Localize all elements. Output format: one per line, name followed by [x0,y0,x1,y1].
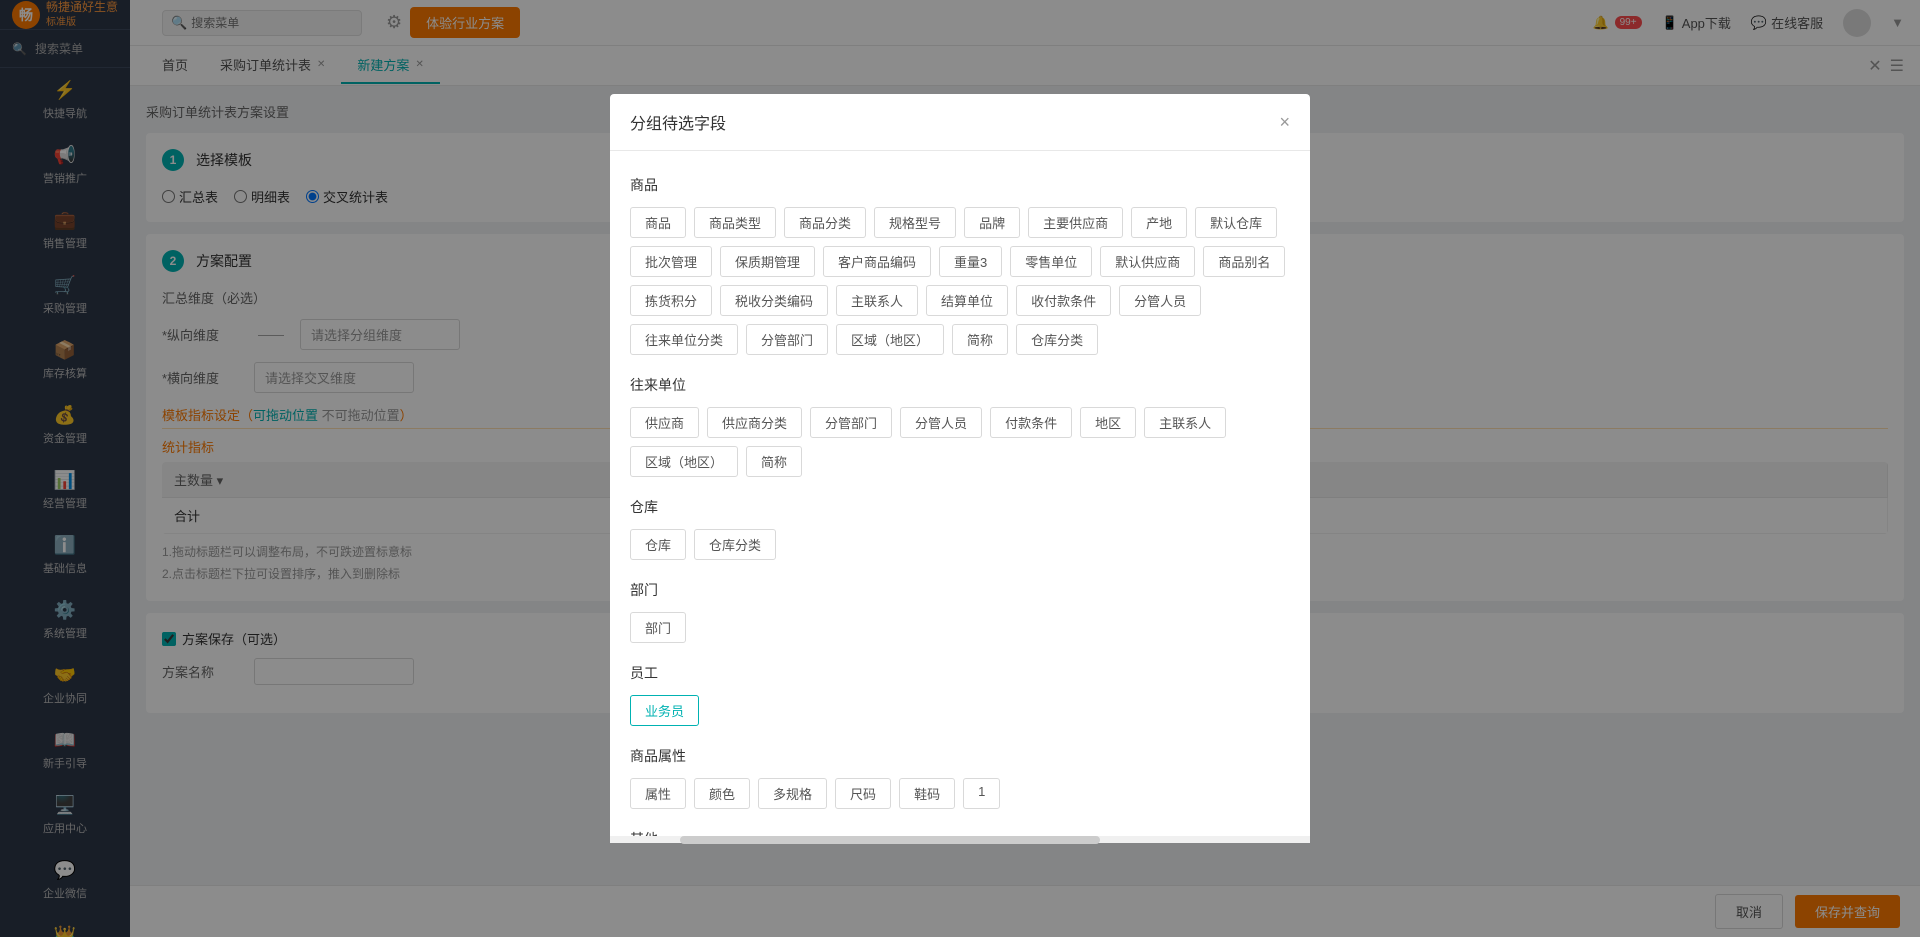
scroll-thumb [680,836,1100,844]
section-other-title: 其他 [630,829,1290,836]
employee-fields: 业务员 [630,695,1290,726]
field-default-supplier[interactable]: 默认供应商 [1100,246,1195,277]
field-settlement-unit[interactable]: 结算单位 [926,285,1008,316]
field-main-contact2[interactable]: 主联系人 [1144,407,1226,438]
field-main-contact[interactable]: 主联系人 [836,285,918,316]
field-size[interactable]: 尺码 [835,778,891,809]
field-payment-terms[interactable]: 收付款条件 [1016,285,1111,316]
section-warehouse: 仓库 仓库 仓库分类 [630,497,1290,560]
section-goods-attributes: 商品属性 属性 颜色 多规格 尺码 鞋码 1 [630,746,1290,809]
goods-fields: 商品 商品类型 商品分类 规格型号 品牌 主要供应商 产地 默认仓库 批次管理 … [630,207,1290,355]
field-multi-spec[interactable]: 多规格 [758,778,827,809]
field-customer-code[interactable]: 客户商品编码 [823,246,931,277]
goods-attr-fields: 属性 颜色 多规格 尺码 鞋码 1 [630,778,1290,809]
field-mgmt-dept[interactable]: 分管部门 [810,407,892,438]
field-tax-code[interactable]: 税收分类编码 [720,285,828,316]
field-dept[interactable]: 分管部门 [746,324,828,355]
field-short-name-counterpart[interactable]: 简称 [746,446,802,477]
field-pay-terms[interactable]: 付款条件 [990,407,1072,438]
warehouse-fields: 仓库 仓库分类 [630,529,1290,560]
modal-body: 商品 商品 商品类型 商品分类 规格型号 品牌 主要供应商 产地 默认仓库 批次… [610,151,1310,836]
field-short-name-goods[interactable]: 简称 [952,324,1008,355]
field-attribute[interactable]: 属性 [630,778,686,809]
field-supplier-category[interactable]: 供应商分类 [707,407,802,438]
section-goods: 商品 商品 商品类型 商品分类 规格型号 品牌 主要供应商 产地 默认仓库 批次… [630,175,1290,355]
field-region-goods[interactable]: 区域（地区） [836,324,944,355]
field-goods-alias[interactable]: 商品别名 [1203,246,1285,277]
section-counterpart: 往来单位 供应商 供应商分类 分管部门 分管人员 付款条件 地区 主联系人 区域… [630,375,1290,477]
section-department-title: 部门 [630,580,1290,600]
field-warehouse-category[interactable]: 仓库分类 [694,529,776,560]
field-supplier[interactable]: 供应商 [630,407,699,438]
field-salesperson[interactable]: 业务员 [630,695,699,726]
department-fields: 部门 [630,612,1290,643]
field-area[interactable]: 地区 [1080,407,1136,438]
field-main-supplier[interactable]: 主要供应商 [1028,207,1123,238]
field-origin[interactable]: 产地 [1131,207,1187,238]
field-shoe-size[interactable]: 鞋码 [899,778,955,809]
field-goods-type[interactable]: 商品类型 [694,207,776,238]
modal-header: 分组待选字段 × [610,94,1310,151]
field-batch-management[interactable]: 批次管理 [630,246,712,277]
field-goods-category[interactable]: 商品分类 [784,207,866,238]
field-department[interactable]: 部门 [630,612,686,643]
modal: 分组待选字段 × 商品 商品 商品类型 商品分类 规格型号 品牌 主要供应商 产… [610,94,1310,844]
modal-close-button[interactable]: × [1279,113,1290,131]
section-employee: 员工 业务员 [630,663,1290,726]
field-mgmt-person[interactable]: 分管人员 [900,407,982,438]
field-region-counterpart[interactable]: 区域（地区） [630,446,738,477]
field-spec-model[interactable]: 规格型号 [874,207,956,238]
field-color[interactable]: 颜色 [694,778,750,809]
field-warehouse-category-goods[interactable]: 仓库分类 [1016,324,1098,355]
field-weight3[interactable]: 重量3 [939,246,1002,277]
field-manager[interactable]: 分管人员 [1119,285,1201,316]
modal-horizontal-scrollbar[interactable] [610,836,1310,843]
section-counterpart-title: 往来单位 [630,375,1290,395]
modal-overlay: 分组待选字段 × 商品 商品 商品类型 商品分类 规格型号 品牌 主要供应商 产… [0,0,1920,937]
counterpart-fields: 供应商 供应商分类 分管部门 分管人员 付款条件 地区 主联系人 区域（地区） … [630,407,1290,477]
field-shelf-life[interactable]: 保质期管理 [720,246,815,277]
modal-title: 分组待选字段 [630,110,726,134]
section-goods-attr-title: 商品属性 [630,746,1290,766]
section-department: 部门 部门 [630,580,1290,643]
section-goods-title: 商品 [630,175,1290,195]
field-brand[interactable]: 品牌 [964,207,1020,238]
section-warehouse-title: 仓库 [630,497,1290,517]
field-one[interactable]: 1 [963,778,1000,809]
field-warehouse[interactable]: 仓库 [630,529,686,560]
field-goods[interactable]: 商品 [630,207,686,238]
section-other: 其他 [630,829,1290,836]
field-default-warehouse[interactable]: 默认仓库 [1195,207,1277,238]
field-counterpart-category[interactable]: 往来单位分类 [630,324,738,355]
section-employee-title: 员工 [630,663,1290,683]
field-pick-points[interactable]: 拣货积分 [630,285,712,316]
field-retail-unit[interactable]: 零售单位 [1010,246,1092,277]
